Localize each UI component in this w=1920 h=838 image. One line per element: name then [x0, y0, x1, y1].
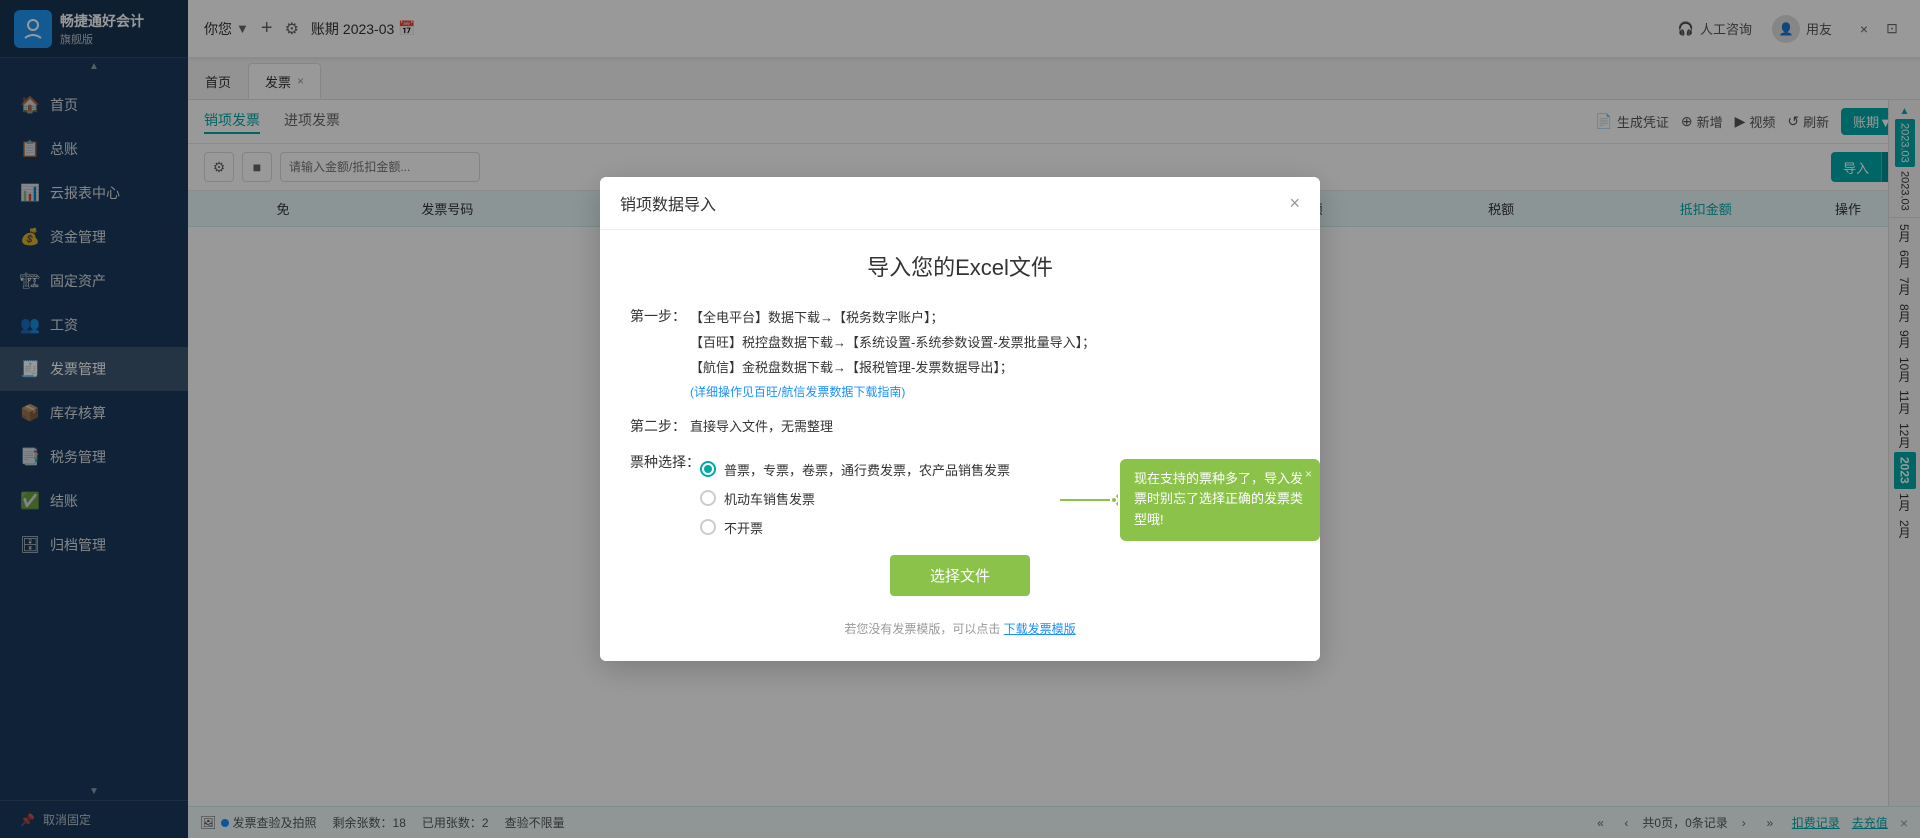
step1-line1: 【全电平台】数据下载→【税务数字账户】；	[690, 306, 1095, 331]
radio-normal-label: 普票，专票，卷票，通行费发票，农产品销售发票	[724, 460, 1010, 479]
step1-content: 【全电平台】数据下载→【税务数字账户】； 【百旺】税控盘数据下载→【系统设置-系…	[690, 306, 1095, 399]
radio-no-invoice-label: 不开票	[724, 518, 763, 537]
tooltip-close-button[interactable]: ×	[1305, 465, 1312, 484]
modal-main-title: 导入您的Excel文件	[630, 250, 1290, 282]
step1-link[interactable]: (详细操作见百旺/航信发票数据下载指南)	[690, 383, 1095, 400]
radio-no-invoice[interactable]: 不开票	[700, 518, 1010, 537]
step2-row: 第二步： 直接导入文件，无需整理	[630, 416, 1290, 436]
radio-group: 普票，专票，卷票，通行费发票，农产品销售发票 机动车销售发票	[700, 460, 1010, 547]
step2-header: 第二步： 直接导入文件，无需整理	[630, 416, 1290, 436]
step1-line3: 【航信】金税盘数据下载→【报税管理-发票数据导出】；	[690, 356, 1095, 381]
modal-body: 导入您的Excel文件 第一步： 【全电平台】数据下载→【税务数字账户】； 【百…	[600, 230, 1320, 660]
tooltip-container: × 现在支持的票种多了，导入发票时别忘了选择正确的发票类型哦!	[1120, 459, 1320, 541]
ticket-label: 票种选择：	[630, 452, 700, 472]
tooltip-line	[1060, 499, 1110, 501]
modal-header: 销项数据导入 ×	[600, 177, 1320, 230]
step1-label: 第一步：	[630, 306, 690, 326]
tooltip-bubble: × 现在支持的票种多了，导入发票时别忘了选择正确的发票类型哦!	[1120, 459, 1320, 541]
step2-label: 第二步：	[630, 416, 690, 436]
ticket-selection-row: 票种选择： 普票，专票，卷票，通行费发票，农产品销售发票 机动车销售发票	[630, 452, 1290, 547]
modal-footer: 选择文件	[630, 547, 1290, 608]
tooltip-dot	[1110, 496, 1118, 504]
step1-line2: 【百旺】税控盘数据下载→【系统设置-系统参数设置-发票批量导入】；	[690, 331, 1095, 356]
radio-motor[interactable]: 机动车销售发票	[700, 489, 1010, 508]
modal-hint: 若您没有发票模版，可以点击 下载发票模版	[630, 620, 1290, 637]
radio-motor-wrapper: 机动车销售发票 × 现在支持的票种多了，导入发票时别忘了选择正确的发票类型哦!	[700, 489, 1010, 508]
step2-content: 直接导入文件，无需整理	[690, 416, 833, 435]
radio-motor-label: 机动车销售发票	[724, 489, 815, 508]
modal-overlay: 销项数据导入 × 导入您的Excel文件 第一步： 【全电平台】数据下载→【税务…	[0, 0, 1920, 838]
radio-normal-inner	[704, 465, 712, 473]
ticket-header-row: 票种选择： 普票，专票，卷票，通行费发票，农产品销售发票 机动车销售发票	[630, 452, 1290, 547]
step1-row: 第一步： 【全电平台】数据下载→【税务数字账户】； 【百旺】税控盘数据下载→【系…	[630, 306, 1290, 399]
radio-normal-circle	[700, 461, 716, 477]
radio-motor-circle	[700, 490, 716, 506]
select-file-button[interactable]: 选择文件	[890, 555, 1030, 596]
import-modal: 销项数据导入 × 导入您的Excel文件 第一步： 【全电平台】数据下载→【税务…	[600, 177, 1320, 660]
radio-no-invoice-circle	[700, 519, 716, 535]
modal-close-button[interactable]: ×	[1289, 194, 1300, 212]
modal-title: 销项数据导入	[620, 191, 716, 215]
radio-normal[interactable]: 普票，专票，卷票，通行费发票，农产品销售发票	[700, 460, 1010, 479]
step1-header: 第一步： 【全电平台】数据下载→【税务数字账户】； 【百旺】税控盘数据下载→【系…	[630, 306, 1290, 399]
download-template-link[interactable]: 下载发票模版	[1004, 622, 1076, 636]
